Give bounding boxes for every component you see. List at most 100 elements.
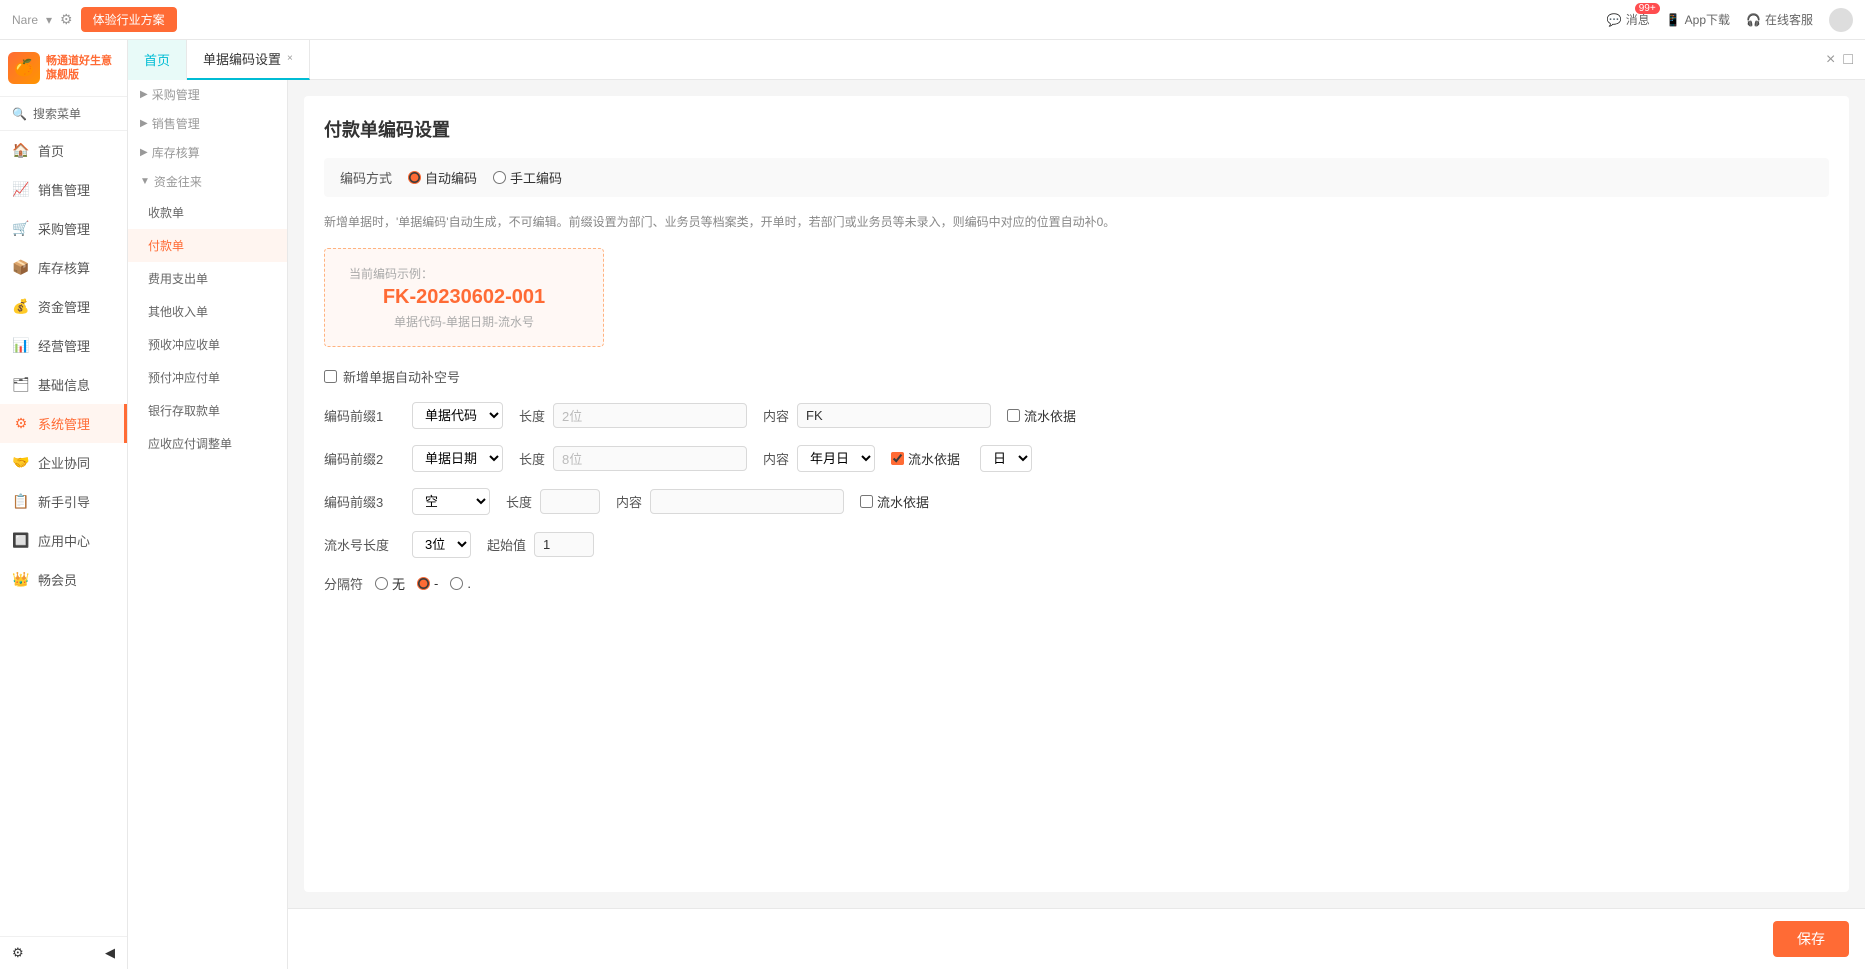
- auto-encode-input[interactable]: [408, 171, 421, 184]
- operations-icon: 📊: [12, 337, 30, 355]
- submenu-sales[interactable]: ▶ 销售管理: [128, 109, 287, 138]
- prefix2-serial-checkbox: 流水依据: [891, 449, 960, 468]
- submenu-item-payment[interactable]: 付款单: [128, 229, 287, 262]
- sidebar-bottom: ⚙ ◀: [0, 936, 127, 969]
- example-desc: 单据代码-单据日期-流水号: [349, 313, 579, 330]
- submenu-item-bank[interactable]: 银行存取款单: [128, 394, 287, 427]
- sep-dot-radio[interactable]: .: [450, 576, 471, 591]
- auto-encode-radio[interactable]: 自动编码: [408, 168, 477, 187]
- prefix1-row: 编码前缀1 单据代码 部门 业务员 空 长度 内容: [324, 402, 1829, 429]
- sidebar-item-member[interactable]: 👑 畅会员: [0, 560, 127, 599]
- sidebar-settings-icon[interactable]: ⚙: [12, 945, 24, 961]
- service-icon: 🎧: [1746, 13, 1761, 27]
- message-icon: 💬: [1607, 13, 1622, 27]
- submenu-capital-items: 收款单 付款单 费用支出单 其他收入单 预收冲应收单 预付冲应付单 银行存取款单…: [128, 196, 287, 460]
- prefix1-serial-input[interactable]: [1007, 409, 1020, 422]
- sidebar-item-guide[interactable]: 📋 新手引导: [0, 482, 127, 521]
- search-menu[interactable]: 🔍 搜索菜单: [0, 97, 127, 131]
- page-title: 付款单编码设置: [324, 116, 1829, 142]
- prefix3-serial-input[interactable]: [860, 495, 873, 508]
- prefix2-serial-input[interactable]: [891, 452, 904, 465]
- prefix3-length-input[interactable]: [540, 489, 600, 514]
- sidebar-item-inventory[interactable]: 📦 库存核算: [0, 248, 127, 287]
- enterprise-icon: 🤝: [12, 454, 30, 472]
- experience-button[interactable]: 体验行业方案: [81, 7, 177, 32]
- prefix1-length-input: [553, 403, 747, 428]
- submenu-item-expense[interactable]: 费用支出单: [128, 262, 287, 295]
- top-bar-left: Nare ▾ ⚙ 体验行业方案: [12, 7, 1599, 32]
- sidebar-item-finance[interactable]: 💰 资金管理: [0, 287, 127, 326]
- sep-dash-input[interactable]: [417, 577, 430, 590]
- prefix2-content-select[interactable]: 年月日 年月 年: [797, 445, 875, 472]
- prefix1-content-input[interactable]: [797, 403, 991, 428]
- sep-none-radio[interactable]: 无: [375, 574, 405, 593]
- length-label: 长度: [519, 406, 545, 425]
- sidebar: 🍊 畅通道好生意 旗舰版 🔍 搜索菜单 🏠 首页 📈 销售管理 🛒 采购管理 📦…: [0, 40, 128, 969]
- submenu-item-advance-payment[interactable]: 预付冲应付单: [128, 361, 287, 394]
- submenu-item-receipt[interactable]: 收款单: [128, 196, 287, 229]
- encode-mode-radio-group: 自动编码 手工编码: [408, 168, 562, 187]
- serial-length-label: 流水号长度: [324, 535, 396, 554]
- sidebar-item-enterprise[interactable]: 🤝 企业协同: [0, 443, 127, 482]
- prefix3-select[interactable]: 空 部门 业务员: [412, 488, 490, 515]
- tab-encode-settings[interactable]: 单据编码设置 ×: [187, 40, 310, 80]
- online-service-button[interactable]: 🎧 在线客服: [1746, 11, 1813, 28]
- save-button[interactable]: 保存: [1773, 921, 1849, 957]
- sidebar-item-sales[interactable]: 📈 销售管理: [0, 170, 127, 209]
- sidebar-item-label: 销售管理: [38, 180, 90, 199]
- sep-dash-radio[interactable]: -: [417, 576, 438, 591]
- dropdown-arrow-icon[interactable]: ▾: [46, 13, 52, 27]
- serial-length-select[interactable]: 3位 4位 5位: [412, 531, 471, 558]
- prefix2-length-field: 长度: [519, 446, 747, 471]
- encode-mode-label: 编码方式: [340, 168, 392, 187]
- submenu-item-other-income[interactable]: 其他收入单: [128, 295, 287, 328]
- tab-close-icon[interactable]: ×: [287, 53, 293, 64]
- app-layout: 🍊 畅通道好生意 旗舰版 🔍 搜索菜单 🏠 首页 📈 销售管理 🛒 采购管理 📦…: [0, 40, 1865, 969]
- auto-fill-checkbox[interactable]: [324, 370, 337, 383]
- sidebar-item-label: 新手引导: [38, 492, 90, 511]
- submenu-item-ar-ap-adjust[interactable]: 应收应付调整单: [128, 427, 287, 460]
- sidebar-item-label: 资金管理: [38, 297, 90, 316]
- submenu-purchase[interactable]: ▶ 采购管理: [128, 80, 287, 109]
- sidebar-item-home[interactable]: 🏠 首页: [0, 131, 127, 170]
- prefix3-content-input[interactable]: [650, 489, 844, 514]
- settings-icon[interactable]: ⚙: [60, 11, 73, 28]
- manual-encode-input[interactable]: [493, 171, 506, 184]
- prefix2-serial-unit-select[interactable]: 日 月 年: [980, 445, 1032, 472]
- sidebar-item-label: 库存核算: [38, 258, 90, 277]
- sidebar-item-base[interactable]: 🗂 基础信息: [0, 365, 127, 404]
- tab-maximize-icon[interactable]: □: [1843, 51, 1853, 69]
- avatar[interactable]: [1829, 8, 1853, 32]
- sidebar-item-system[interactable]: ⚙ 系统管理: [0, 404, 127, 443]
- sidebar-item-operations[interactable]: 📊 经营管理: [0, 326, 127, 365]
- member-icon: 👑: [12, 571, 30, 589]
- sidebar-item-label: 采购管理: [38, 219, 90, 238]
- submenu-item-advance-receipt[interactable]: 预收冲应收单: [128, 328, 287, 361]
- submenu-capital[interactable]: ▼ 资金往来: [128, 167, 287, 196]
- sep-none-input[interactable]: [375, 577, 388, 590]
- prefix1-select[interactable]: 单据代码 部门 业务员 空: [412, 402, 503, 429]
- prefix2-label: 编码前缀2: [324, 449, 396, 468]
- sidebar-item-label: 企业协同: [38, 453, 90, 472]
- app-download-button[interactable]: 📱 App下载: [1666, 11, 1730, 28]
- submenu-inventory[interactable]: ▶ 库存核算: [128, 138, 287, 167]
- sidebar-item-purchase[interactable]: 🛒 采购管理: [0, 209, 127, 248]
- start-value-input[interactable]: [534, 532, 594, 557]
- manual-encode-radio[interactable]: 手工编码: [493, 168, 562, 187]
- top-bar-right: 💬 消息 99+ 📱 App下载 🎧 在线客服: [1607, 8, 1853, 32]
- tab-minimize-icon[interactable]: ×: [1826, 51, 1835, 69]
- tab-home[interactable]: 首页: [128, 40, 187, 80]
- prefix2-length-input: [553, 446, 747, 471]
- prefix2-content-field: 内容 年月日 年月 年: [763, 445, 875, 472]
- sidebar-item-apps[interactable]: 🔲 应用中心: [0, 521, 127, 560]
- sep-dot-input[interactable]: [450, 577, 463, 590]
- content-label2: 内容: [763, 449, 789, 468]
- prefix2-select[interactable]: 单据日期 部门 业务员 空: [412, 445, 503, 472]
- message-button[interactable]: 💬 消息 99+: [1607, 11, 1650, 28]
- sep-dash-label: -: [434, 576, 438, 591]
- arrow-icon: ▶: [140, 118, 148, 129]
- arrow-icon: ▼: [140, 176, 150, 187]
- info-text: 新增单据时，'单据编码'自动生成，不可编辑。前缀设置为部门、业务员等档案类，开单…: [324, 213, 1829, 232]
- sidebar-collapse-icon[interactable]: ◀: [105, 945, 115, 961]
- sep-dot-label: .: [467, 576, 471, 591]
